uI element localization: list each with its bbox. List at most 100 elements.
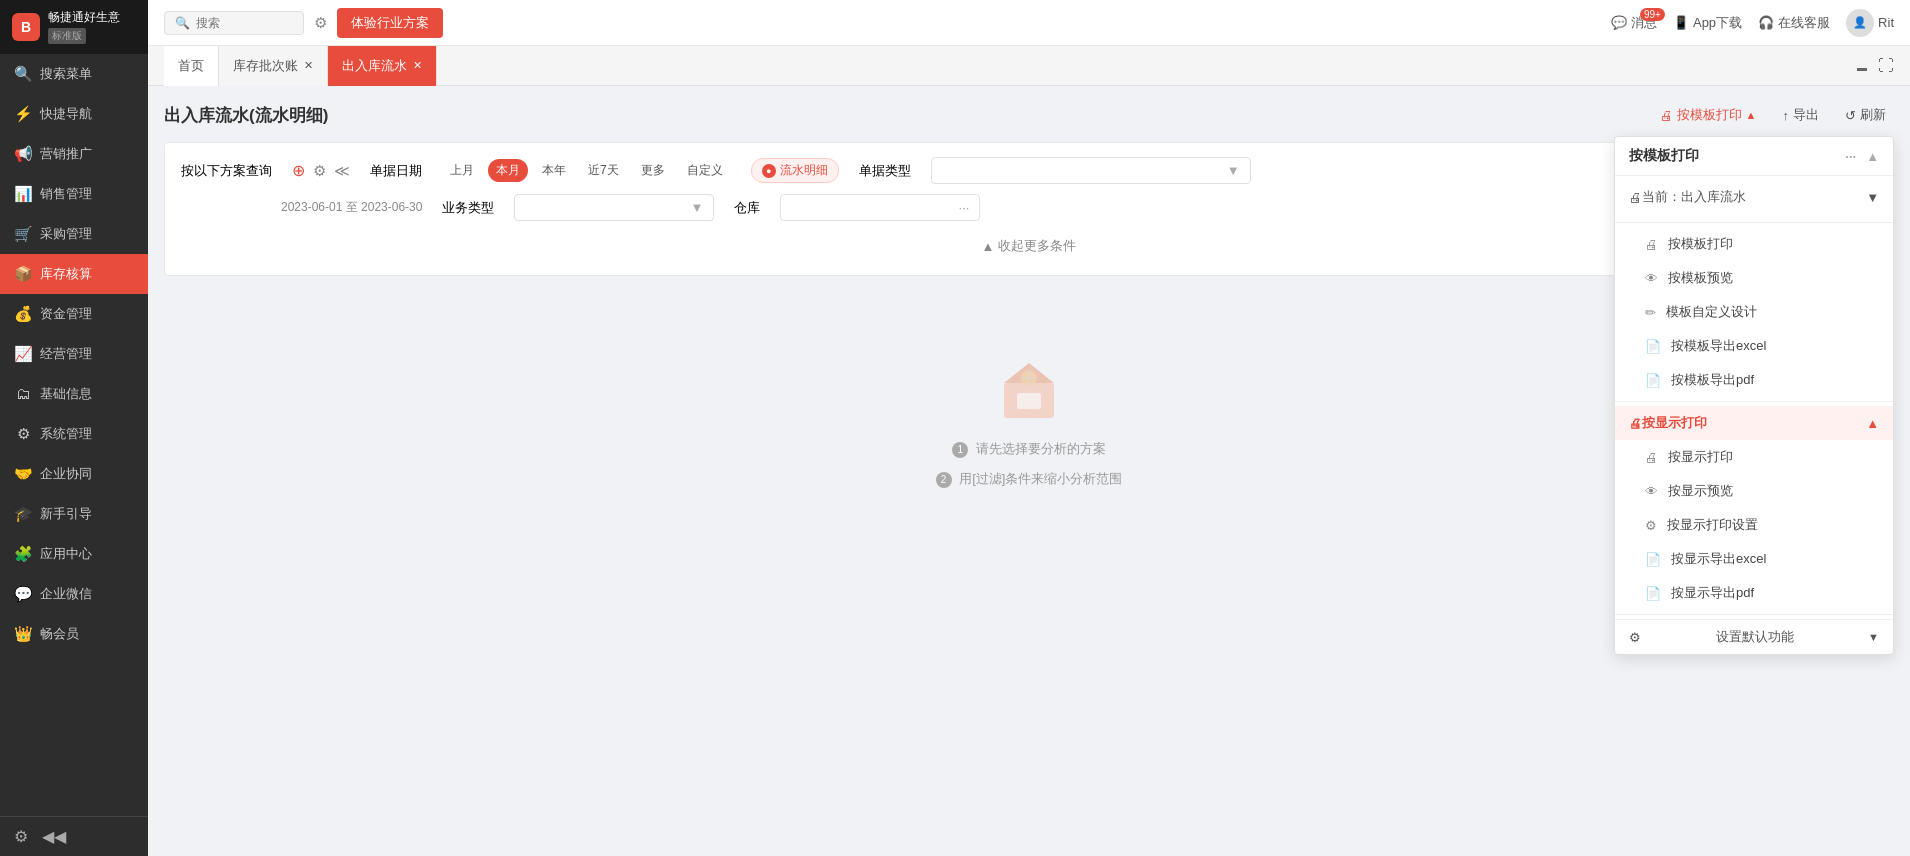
tab-home[interactable]: 首页 [164, 46, 219, 86]
sidebar-item-corp[interactable]: 🤝 企业协同 [0, 454, 148, 494]
type-label: 单据类型 [859, 162, 911, 180]
topbar-message[interactable]: 💬 消息 99+ [1611, 14, 1657, 32]
sidebar-item-operation[interactable]: 📈 经营管理 [0, 334, 148, 374]
flow-tag-icon: ● [762, 164, 776, 178]
sidebar-item-purchase[interactable]: 🛒 采购管理 [0, 214, 148, 254]
sidebar-label-inventory: 库存核算 [40, 265, 92, 283]
online-service-icon: 🎧 [1758, 15, 1774, 30]
business-type-select[interactable]: ▼ [514, 194, 714, 221]
date-more[interactable]: 更多 [633, 159, 673, 182]
sidebar-item-inventory[interactable]: 📦 库存核算 [0, 254, 148, 294]
sidebar: B 畅捷通好生意 标准版 🔍 搜索菜单⚡ 快捷导航📢 营销推广📊 销售管理🛒 采… [0, 0, 148, 856]
date-last7[interactable]: 近7天 [580, 159, 627, 182]
date-curr-month[interactable]: 本月 [488, 159, 528, 182]
tab-home-label: 首页 [178, 57, 204, 75]
dropdown-item-template-export-pdf[interactable]: 📄 按模板导出pdf [1615, 363, 1893, 397]
sidebar-item-system[interactable]: ⚙ 系统管理 [0, 414, 148, 454]
sidebar-icon-inventory: 📦 [14, 265, 32, 283]
tab-inventory-flow-close[interactable]: ✕ [413, 59, 422, 72]
collapse-sidebar-icon[interactable]: ◀◀ [42, 827, 66, 846]
sidebar-icon-system: ⚙ [14, 425, 32, 443]
dropdown-item-display-print-settings[interactable]: ⚙ 按显示打印设置 [1615, 508, 1893, 542]
dropdown-display-items: 🖨 按显示打印👁 按显示预览⚙ 按显示打印设置📄 按显示导出excel📄 按显示… [1615, 440, 1893, 610]
tab-batch-account-close[interactable]: ✕ [304, 59, 313, 72]
export-button[interactable]: ↑ 导出 [1775, 102, 1828, 128]
sidebar-item-guide[interactable]: 🎓 新手引导 [0, 494, 148, 534]
page-content: 出入库流水(流水明细) 🖨 按模板打印 ▲ ↑ 导出 ↺ 刷新 [148, 86, 1910, 856]
topbar-search-input[interactable] [196, 16, 296, 30]
app-download-icon: 📱 [1673, 15, 1689, 30]
dropdown-item-display-preview[interactable]: 👁 按显示预览 [1615, 474, 1893, 508]
dropdown-chevron-up[interactable]: ▲ [1866, 149, 1879, 164]
tab-inventory-flow[interactable]: 出入库流水 ✕ [328, 46, 437, 86]
page-header: 出入库流水(流水明细) 🖨 按模板打印 ▲ ↑ 导出 ↺ 刷新 [164, 102, 1894, 128]
dropdown-item-display-export-excel[interactable]: 📄 按显示导出excel [1615, 542, 1893, 576]
page-title: 出入库流水(流水明细) [164, 104, 328, 127]
topbar-search-box[interactable]: 🔍 [164, 11, 304, 35]
sidebar-item-quick-nav[interactable]: ⚡ 快捷导航 [0, 94, 148, 134]
topbar-search-icon: 🔍 [175, 16, 190, 30]
sidebar-item-marketing[interactable]: 📢 营销推广 [0, 134, 148, 174]
type-select-chevron: ▼ [1227, 163, 1240, 178]
sidebar-item-basic[interactable]: 🗂 基础信息 [0, 374, 148, 414]
filter-add-button[interactable]: ⊕ [292, 161, 305, 180]
topbar-online-service[interactable]: 🎧 在线客服 [1758, 14, 1830, 32]
filter-collapse-icon[interactable]: ≪ [334, 162, 350, 180]
flow-detail-tag[interactable]: ● 流水明细 [751, 158, 839, 183]
dropdown-item-template-custom[interactable]: ✏ 模板自定义设计 [1615, 295, 1893, 329]
sidebar-item-search[interactable]: 🔍 搜索菜单 [0, 54, 148, 94]
dropdown-header-icons: ··· ▲ [1845, 149, 1879, 164]
filter-label: 按以下方案查询 [181, 162, 272, 180]
dropdown-template-items: 🖨 按模板打印👁 按模板预览✏ 模板自定义设计📄 按模板导出excel📄 按模板… [1615, 227, 1893, 397]
warehouse-label: 仓库 [734, 199, 760, 217]
sidebar-bottom: ⚙ ◀◀ [0, 816, 148, 856]
dropdown-item-display-export-pdf[interactable]: 📄 按显示导出pdf [1615, 576, 1893, 610]
dropdown-item-display-print[interactable]: 🖨 按显示打印 [1615, 440, 1893, 474]
date-prev-month[interactable]: 上月 [442, 159, 482, 182]
hint-2-num: 2 [936, 472, 952, 488]
sidebar-item-finance[interactable]: 💰 资金管理 [0, 294, 148, 334]
date-custom[interactable]: 自定义 [679, 159, 731, 182]
hint-1-num: 1 [952, 442, 968, 458]
dropdown-item-template-preview[interactable]: 👁 按模板预览 [1615, 261, 1893, 295]
minimize-icon[interactable]: 🗕 [1854, 57, 1870, 75]
topbar-gear-icon[interactable]: ⚙ [314, 14, 327, 32]
tab-batch-account-label: 库存批次账 [233, 57, 298, 75]
sidebar-label-sales: 销售管理 [40, 185, 92, 203]
dropdown-item-template-export-excel[interactable]: 📄 按模板导出excel [1615, 329, 1893, 363]
sidebar-icon-operation: 📈 [14, 345, 32, 363]
message-badge: 99+ [1640, 8, 1665, 21]
tab-batch-account[interactable]: 库存批次账 ✕ [219, 46, 328, 86]
label-template-export-excel: 按模板导出excel [1671, 337, 1766, 355]
collapse-label: 收起更多条件 [998, 237, 1076, 255]
print-template-button[interactable]: 🖨 按模板打印 ▲ [1652, 102, 1765, 128]
dropdown-item-template-print[interactable]: 🖨 按模板打印 [1615, 227, 1893, 261]
settings-icon[interactable]: ⚙ [14, 827, 28, 846]
type-select[interactable]: ▼ [931, 157, 1251, 184]
dropdown-more-icon[interactable]: ··· [1845, 149, 1856, 164]
display-section-icon: 🖨 [1629, 416, 1642, 431]
label-display-preview: 按显示预览 [1668, 482, 1733, 500]
trial-button[interactable]: 体验行业方案 [337, 8, 443, 38]
topbar-right: 💬 消息 99+ 📱 App下载 🎧 在线客服 👤 Rit [1611, 9, 1894, 37]
date-this-year[interactable]: 本年 [534, 159, 574, 182]
refresh-button[interactable]: ↺ 刷新 [1837, 102, 1894, 128]
warehouse-select[interactable]: ··· [780, 194, 980, 221]
dropdown-display-header[interactable]: 🖨 按显示打印 ▲ [1615, 406, 1893, 440]
sidebar-item-app-center[interactable]: 🧩 应用中心 [0, 534, 148, 574]
message-icon: 💬 [1611, 15, 1627, 30]
sidebar-item-member[interactable]: 👑 畅会员 [0, 614, 148, 654]
topbar-user[interactable]: 👤 Rit [1846, 9, 1894, 37]
sidebar-item-wechat[interactable]: 💬 企业微信 [0, 574, 148, 614]
sidebar-item-sales[interactable]: 📊 销售管理 [0, 174, 148, 214]
page-actions: 🖨 按模板打印 ▲ ↑ 导出 ↺ 刷新 [1652, 102, 1894, 128]
avatar: 👤 [1846, 9, 1874, 37]
sidebar-label-wechat: 企业微信 [40, 585, 92, 603]
filter-config-icon[interactable]: ⚙ [313, 162, 326, 180]
label-template-custom: 模板自定义设计 [1666, 303, 1757, 321]
topbar-app-download[interactable]: 📱 App下载 [1673, 14, 1742, 32]
dropdown-footer[interactable]: ⚙ 设置默认功能 ▼ [1615, 619, 1893, 654]
maximize-icon[interactable]: ⛶ [1878, 57, 1894, 75]
logo-badge: 标准版 [48, 28, 86, 44]
display-section-title: 按显示打印 [1642, 414, 1707, 432]
